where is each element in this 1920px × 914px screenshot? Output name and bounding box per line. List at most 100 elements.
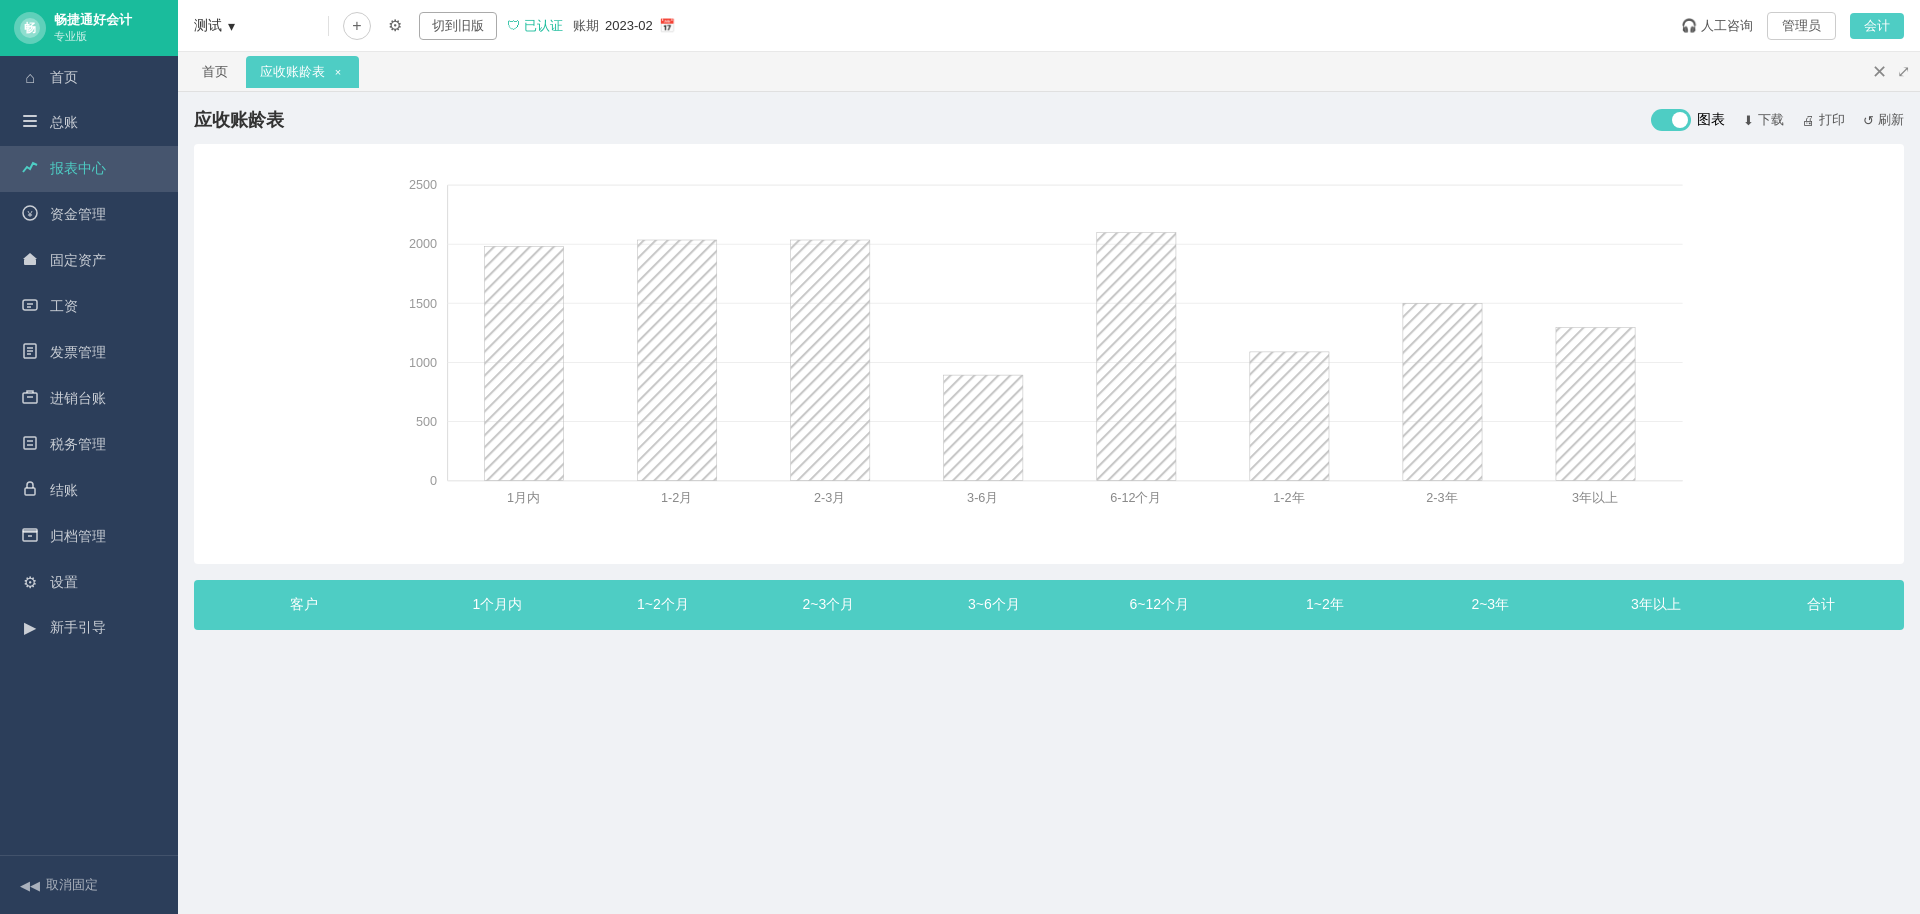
svg-rect-44 — [791, 240, 870, 481]
sidebar-item-home[interactable]: ⌂ 首页 — [0, 56, 178, 100]
topbar-divider-1 — [328, 16, 329, 36]
sidebar-nav: ⌂ 首页 总账 报表中心 ¥ 资金管理 固定资产 — [0, 56, 178, 855]
verified-badge: 🛡 已认证 — [507, 17, 563, 35]
sidebar-item-archive[interactable]: 归档管理 — [0, 514, 178, 560]
window-expand-button[interactable]: ⤢ — [1897, 62, 1910, 81]
table-header-row: 客户 1个月内 1~2个月 2~3个月 3~6个月 6~12个月 1~2年 2~… — [194, 580, 1904, 630]
reports-icon — [20, 159, 40, 179]
bar-chart-container: 0 500 1000 1500 2000 2500 1月内 1-2月 — [194, 144, 1904, 564]
company-selector[interactable]: 测试 ▾ — [194, 17, 314, 35]
content-area: 应收账龄表 图表 ⬇ 下载 🖨 打印 ↺ 刷新 — [178, 92, 1920, 914]
window-close-button[interactable]: ✕ — [1872, 61, 1887, 83]
download-icon: ⬇ — [1743, 113, 1754, 128]
sidebar-item-label: 新手引导 — [50, 619, 106, 637]
svg-text:500: 500 — [416, 415, 437, 429]
svg-text:6-12个月: 6-12个月 — [1110, 491, 1161, 505]
tabs-bar: 首页 应收账龄表 × ✕ ⤢ — [178, 52, 1920, 92]
col-header-3year-plus: 3年以上 — [1573, 580, 1738, 630]
topbar: 测试 ▾ + ⚙ 切到旧版 🛡 已认证 账期 2023-02 📅 🎧 人工咨询 … — [178, 0, 1920, 52]
svg-text:1月内: 1月内 — [507, 491, 540, 505]
settings-icon: ⚙ — [20, 573, 40, 592]
sidebar-item-label: 税务管理 — [50, 436, 106, 454]
ledger-icon — [20, 113, 40, 133]
page-title-bar: 应收账龄表 图表 ⬇ 下载 🖨 打印 ↺ 刷新 — [194, 108, 1904, 132]
svg-rect-40 — [485, 246, 564, 480]
closing-icon — [20, 481, 40, 501]
sidebar-item-invoice[interactable]: 发票管理 — [0, 330, 178, 376]
user-menu-button[interactable]: 管理员 — [1767, 12, 1836, 40]
switch-old-version-button[interactable]: 切到旧版 — [419, 12, 497, 40]
svg-rect-7 — [24, 259, 36, 265]
col-header-1-2year: 1~2年 — [1242, 580, 1407, 630]
guide-icon: ▶ — [20, 618, 40, 637]
sidebar-item-guide[interactable]: ▶ 新手引导 — [0, 605, 178, 650]
chart-toggle-action[interactable]: 图表 — [1651, 109, 1725, 131]
sidebar-item-label: 归档管理 — [50, 528, 106, 546]
svg-text:1500: 1500 — [409, 297, 437, 311]
refresh-button[interactable]: ↺ 刷新 — [1863, 111, 1904, 129]
sidebar-item-tax[interactable]: 税务管理 — [0, 422, 178, 468]
svg-rect-46 — [944, 375, 1023, 481]
headset-icon: 🎧 — [1681, 18, 1697, 33]
sidebar-item-funds[interactable]: ¥ 资金管理 — [0, 192, 178, 238]
tab-close-button[interactable]: × — [331, 65, 345, 79]
refresh-icon: ↺ — [1863, 113, 1874, 128]
svg-text:0: 0 — [430, 474, 437, 488]
sidebar-item-inventory[interactable]: 进销台账 — [0, 376, 178, 422]
svg-text:2000: 2000 — [409, 237, 437, 251]
sidebar-item-closing[interactable]: 结账 — [0, 468, 178, 514]
svg-text:2-3月: 2-3月 — [814, 491, 845, 505]
svg-text:1-2年: 1-2年 — [1273, 491, 1304, 505]
sidebar-item-label: 工资 — [50, 298, 78, 316]
tax-icon — [20, 435, 40, 455]
col-header-3-6month: 3~6个月 — [911, 580, 1076, 630]
svg-text:1000: 1000 — [409, 356, 437, 370]
sidebar-item-payroll[interactable]: 工资 — [0, 284, 178, 330]
svg-text:3年以上: 3年以上 — [1572, 491, 1618, 505]
svg-rect-21 — [25, 488, 35, 495]
col-header-2-3year: 2~3年 — [1408, 580, 1573, 630]
download-button[interactable]: ⬇ 下载 — [1743, 111, 1784, 129]
app-logo-text: 畅捷通好会计 专业版 — [54, 12, 132, 44]
chevron-down-icon: ▾ — [228, 18, 235, 34]
svg-text:2-3年: 2-3年 — [1426, 491, 1457, 505]
sidebar-item-assets[interactable]: 固定资产 — [0, 238, 178, 284]
sidebar-item-label: 资金管理 — [50, 206, 106, 224]
tab-home[interactable]: 首页 — [188, 56, 242, 88]
company-settings-button[interactable]: ⚙ — [381, 12, 409, 40]
unfix-sidebar-button[interactable]: ◀◀ 取消固定 — [0, 866, 178, 904]
sidebar-item-label: 进销台账 — [50, 390, 106, 408]
home-icon: ⌂ — [20, 69, 40, 87]
calendar-icon[interactable]: 📅 — [659, 18, 675, 33]
svg-marker-8 — [23, 253, 37, 259]
tab-receivable-aging[interactable]: 应收账龄表 × — [246, 56, 359, 88]
tab-home-label: 首页 — [202, 63, 228, 81]
inventory-icon — [20, 389, 40, 409]
tabs-right-controls: ✕ ⤢ — [1872, 61, 1910, 83]
svg-rect-42 — [638, 240, 717, 481]
page-title: 应收账龄表 — [194, 108, 284, 132]
customer-service-button[interactable]: 🎧 人工咨询 — [1681, 17, 1753, 35]
funds-icon: ¥ — [20, 205, 40, 225]
sidebar-item-ledger[interactable]: 总账 — [0, 100, 178, 146]
sidebar-item-label: 总账 — [50, 114, 78, 132]
chart-toggle-switch[interactable] — [1651, 109, 1691, 131]
sidebar-item-reports[interactable]: 报表中心 — [0, 146, 178, 192]
svg-rect-54 — [1556, 328, 1635, 481]
sidebar-bottom: ◀◀ 取消固定 — [0, 855, 178, 914]
svg-rect-2 — [23, 115, 37, 117]
print-button[interactable]: 🖨 打印 — [1802, 111, 1845, 129]
svg-rect-48 — [1097, 233, 1176, 481]
role-badge[interactable]: 会计 — [1850, 13, 1904, 39]
col-header-6-12month: 6~12个月 — [1077, 580, 1242, 630]
svg-rect-50 — [1250, 352, 1329, 481]
sidebar-item-settings[interactable]: ⚙ 设置 — [0, 560, 178, 605]
add-company-button[interactable]: + — [343, 12, 371, 40]
svg-rect-9 — [23, 300, 37, 310]
sidebar-item-label: 设置 — [50, 574, 78, 592]
page-actions: 图表 ⬇ 下载 🖨 打印 ↺ 刷新 — [1651, 109, 1904, 131]
aging-table: 客户 1个月内 1~2个月 2~3个月 3~6个月 6~12个月 1~2年 2~… — [194, 580, 1904, 630]
payroll-icon — [20, 297, 40, 317]
company-name: 测试 — [194, 17, 222, 35]
sidebar-item-label: 固定资产 — [50, 252, 106, 270]
